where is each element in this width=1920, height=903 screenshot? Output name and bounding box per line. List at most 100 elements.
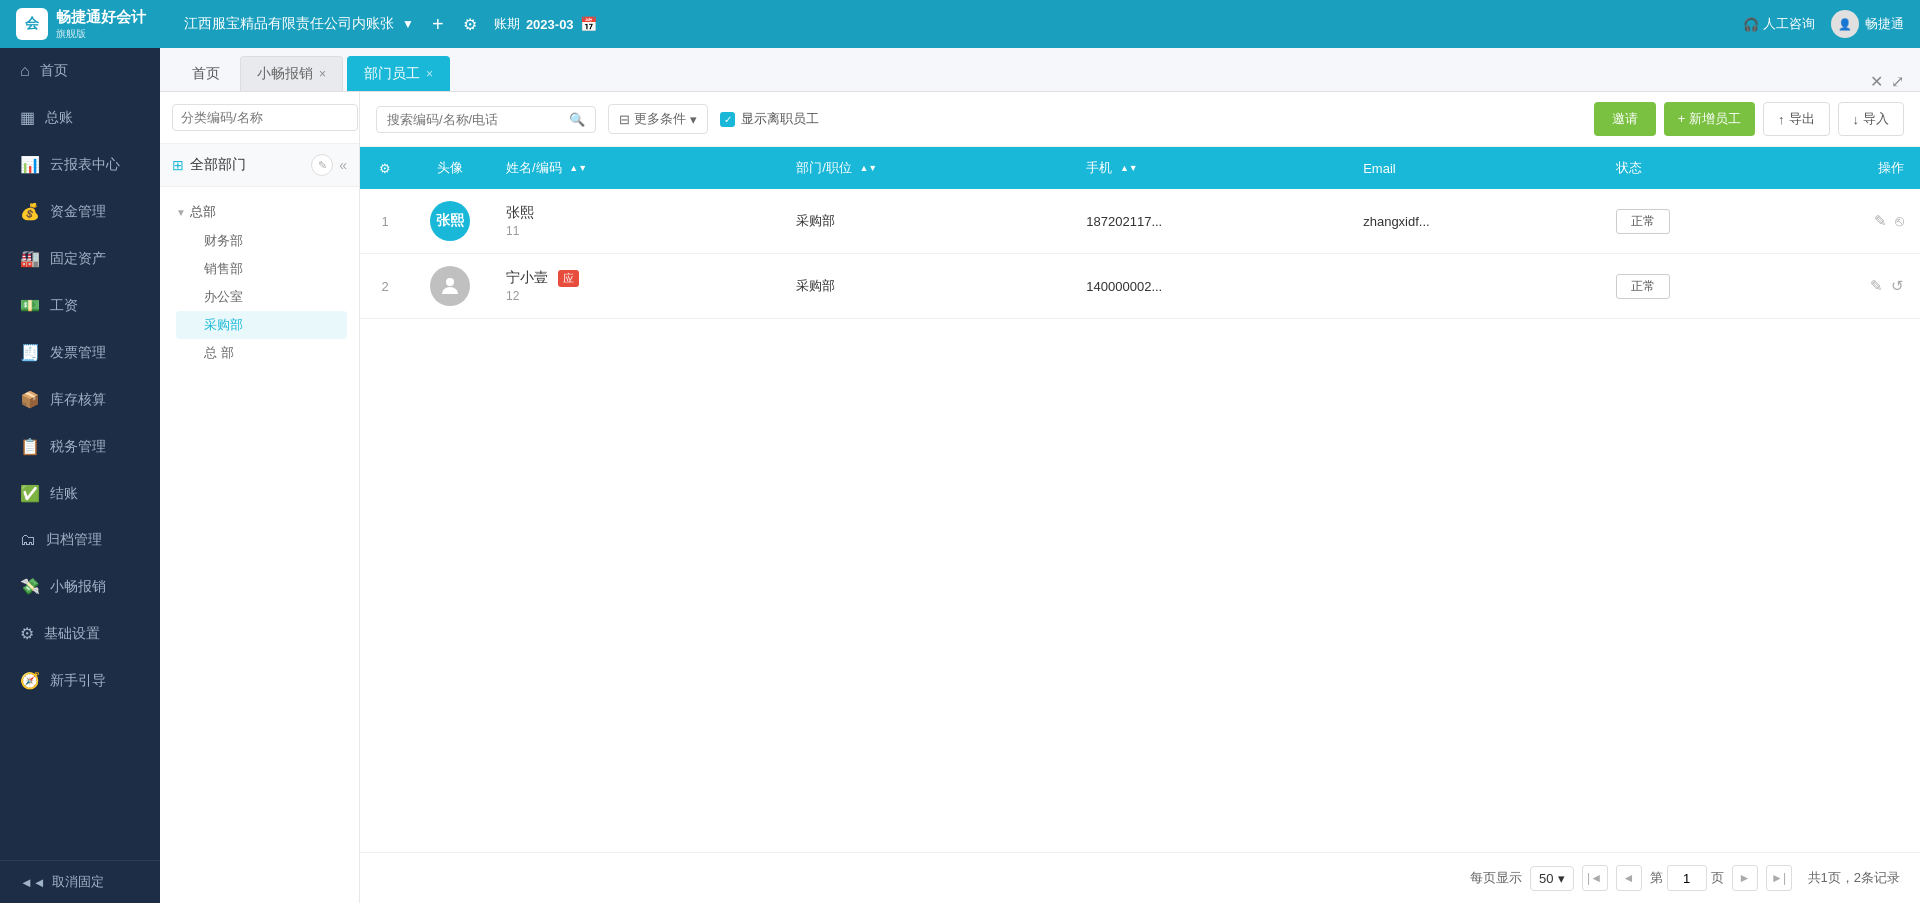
- page-size-chevron-icon: ▾: [1558, 871, 1565, 886]
- sidebar-item-settings[interactable]: ⚙ 基础设置: [0, 610, 160, 657]
- tab-expense[interactable]: 小畅报销 ×: [240, 56, 343, 91]
- row2-code: 12: [506, 289, 764, 303]
- first-page-button[interactable]: |◄: [1582, 865, 1608, 891]
- all-dept-header[interactable]: ⊞ 全部部门 ✎ «: [160, 144, 359, 187]
- svg-point-0: [446, 278, 454, 286]
- main-layout: ⌂ 首页 ▦ 总账 📊 云报表中心 💰 资金管理 🏭 固定资产 💵 工资 🧾 发…: [0, 48, 1920, 903]
- sort-dept-icon[interactable]: ▲▼: [859, 164, 877, 173]
- row1-index: 1: [360, 189, 410, 254]
- sidebar-item-ledger[interactable]: ▦ 总账: [0, 94, 160, 141]
- sidebar-label-settings: 基础设置: [44, 625, 100, 643]
- sidebar-item-tax[interactable]: 📋 税务管理: [0, 423, 160, 470]
- add-tab-button[interactable]: +: [426, 12, 450, 36]
- tab-expense-close-icon[interactable]: ×: [319, 67, 326, 81]
- row1-avatar: 张熙: [430, 201, 470, 241]
- service-button[interactable]: 🎧 人工咨询: [1743, 15, 1815, 33]
- dept-child-purchase[interactable]: 采购部: [176, 311, 347, 339]
- sidebar-item-payroll[interactable]: 💵 工资: [0, 282, 160, 329]
- sidebar-item-funds[interactable]: 💰 资金管理: [0, 188, 160, 235]
- row1-ops-buttons: ✎ ⎋: [1816, 212, 1904, 230]
- user-menu[interactable]: 👤 畅捷通: [1831, 10, 1904, 38]
- dept-child-sales[interactable]: 销售部: [176, 255, 347, 283]
- dept-child-finance[interactable]: 财务部: [176, 227, 347, 255]
- row2-index: 2: [360, 254, 410, 319]
- filter-bar: 🔍 ⊟ 更多条件 ▾ ✓ 显示离职员工 邀请 + 新增员工: [360, 92, 1920, 147]
- expand-window-icon[interactable]: ⤢: [1891, 72, 1904, 91]
- triangle-down-icon: ▼: [176, 207, 186, 218]
- employee-search-input[interactable]: [387, 112, 563, 127]
- archive-icon: 🗂: [20, 531, 36, 549]
- sidebar-item-expense[interactable]: 💸 小畅报销: [0, 563, 160, 610]
- tab-employees[interactable]: 部门员工 ×: [347, 56, 450, 91]
- content-area: 首页 小畅报销 × 部门员工 × ✕ ⤢ 🔍: [160, 48, 1920, 903]
- sidebar-label-archive: 归档管理: [46, 531, 102, 549]
- page-input[interactable]: 1: [1667, 865, 1707, 891]
- sidebar-item-guide[interactable]: 🧭 新手引导: [0, 657, 160, 704]
- row2-edit-button[interactable]: ✎: [1870, 277, 1883, 295]
- row1-status: 正常: [1600, 189, 1800, 254]
- tab-bar-actions: ✕ ⤢: [1870, 72, 1904, 91]
- dept-group-name-hq: 总部: [190, 203, 216, 221]
- sort-name-icon[interactable]: ▲▼: [569, 164, 587, 173]
- settings-nav-icon: ⚙: [20, 624, 34, 643]
- right-panel: 🔍 ⊟ 更多条件 ▾ ✓ 显示离职员工 邀请 + 新增员工: [360, 92, 1920, 903]
- logo-text: 畅捷通好会计: [56, 8, 146, 27]
- row1-phone: 187202117...: [1070, 189, 1347, 254]
- calendar-icon[interactable]: 📅: [580, 16, 597, 32]
- row1-edit-button[interactable]: ✎: [1874, 212, 1887, 230]
- row2-status: 正常: [1600, 254, 1800, 319]
- prev-page-button[interactable]: ◄: [1616, 865, 1642, 891]
- row1-logout-button[interactable]: ⎋: [1895, 212, 1904, 230]
- add-employee-button[interactable]: + 新增员工: [1664, 102, 1755, 136]
- col-settings[interactable]: ⚙: [360, 147, 410, 189]
- page-size-select[interactable]: 50 ▾: [1530, 866, 1573, 891]
- dept-child-office[interactable]: 办公室: [176, 283, 347, 311]
- dept-group-label-hq[interactable]: ▼ 总部: [176, 197, 347, 227]
- sidebar-item-assets[interactable]: 🏭 固定资产: [0, 235, 160, 282]
- sidebar-item-archive[interactable]: 🗂 归档管理: [0, 517, 160, 563]
- row2-delete-button[interactable]: ↺: [1891, 277, 1904, 295]
- row2-name-cell: 宁小壹 应 12: [490, 254, 780, 319]
- import-button[interactable]: ↓ 导入: [1838, 102, 1905, 136]
- sidebar-item-reports[interactable]: 📊 云报表中心: [0, 141, 160, 188]
- dept-collapse-icon[interactable]: «: [339, 157, 347, 173]
- tab-employees-close-icon[interactable]: ×: [426, 67, 433, 81]
- invoices-icon: 🧾: [20, 343, 40, 362]
- sidebar-item-invoices[interactable]: 🧾 发票管理: [0, 329, 160, 376]
- page-word: 第: [1650, 869, 1663, 887]
- close-window-icon[interactable]: ✕: [1870, 72, 1883, 91]
- row1-code: 11: [506, 224, 764, 238]
- col-ops: 操作: [1800, 147, 1920, 189]
- company-selector[interactable]: 江西服宝精品有限责任公司内账张 ▼: [184, 15, 414, 33]
- more-conditions-button[interactable]: ⊟ 更多条件 ▾: [608, 104, 708, 134]
- col-dept[interactable]: 部门/职位 ▲▼: [780, 147, 1070, 189]
- pagination-bar: 每页显示 50 ▾ |◄ ◄ 第 1 页 ► ►| 共1页，2条记录: [360, 852, 1920, 903]
- sidebar-item-inventory[interactable]: 📦 库存核算: [0, 376, 160, 423]
- row2-avatar-cell: [410, 254, 490, 319]
- sidebar-item-closeout[interactable]: ✅ 结账: [0, 470, 160, 517]
- dept-child-hq[interactable]: 总 部: [176, 339, 347, 367]
- export-button[interactable]: ↑ 导出: [1763, 102, 1830, 136]
- show-resigned-toggle[interactable]: ✓ 显示离职员工: [720, 110, 819, 128]
- dept-search-input[interactable]: [172, 104, 358, 131]
- last-page-button[interactable]: ►|: [1766, 865, 1792, 891]
- col-phone[interactable]: 手机 ▲▼: [1070, 147, 1347, 189]
- sidebar-label-guide: 新手引导: [50, 672, 106, 690]
- sort-phone-icon[interactable]: ▲▼: [1120, 164, 1138, 173]
- col-email: Email: [1347, 147, 1600, 189]
- next-page-button[interactable]: ►: [1732, 865, 1758, 891]
- employee-search-icon[interactable]: 🔍: [569, 112, 585, 127]
- company-name: 江西服宝精品有限责任公司内账张: [184, 15, 394, 33]
- sidebar-item-home[interactable]: ⌂ 首页: [0, 48, 160, 94]
- invite-button[interactable]: 邀请: [1594, 102, 1656, 136]
- col-status: 状态: [1600, 147, 1800, 189]
- page-unit: 页: [1711, 869, 1724, 887]
- settings-icon[interactable]: ⚙: [458, 12, 482, 36]
- show-resigned-checkbox[interactable]: ✓: [720, 112, 735, 127]
- tab-home[interactable]: 首页: [176, 57, 236, 91]
- col-name[interactable]: 姓名/编码 ▲▼: [490, 147, 780, 189]
- import-label: 导入: [1863, 110, 1889, 128]
- unpin-button[interactable]: ◄◄ 取消固定: [0, 860, 160, 903]
- dept-edit-icon[interactable]: ✎: [311, 154, 333, 176]
- headset-icon: 🎧: [1743, 17, 1759, 32]
